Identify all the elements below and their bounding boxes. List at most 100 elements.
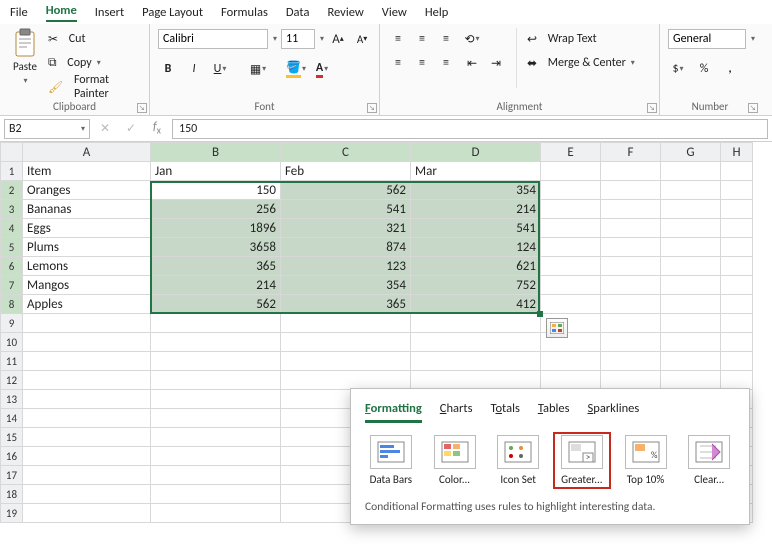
align-left-icon[interactable]: ≡ <box>388 53 408 73</box>
cell-E4[interactable] <box>541 219 601 238</box>
paste-button[interactable]: Paste ▾ <box>8 28 42 87</box>
popup-item-clear...[interactable]: Clear... <box>683 435 735 486</box>
cell-B11[interactable] <box>151 352 281 371</box>
cell-H3[interactable] <box>721 200 753 219</box>
col-header-A[interactable]: A <box>23 143 151 162</box>
tab-charts[interactable]: Charts <box>440 401 473 423</box>
paste-dropdown-icon[interactable]: ▾ <box>23 76 27 86</box>
cell-B18[interactable] <box>151 485 281 504</box>
number-launcher-icon[interactable]: ↘ <box>748 103 758 113</box>
cell-H4[interactable] <box>721 219 753 238</box>
popup-item-icon set[interactable]: Icon Set <box>492 435 544 486</box>
cell-D3[interactable]: 214 <box>411 200 541 219</box>
cell-E5[interactable] <box>541 238 601 257</box>
cell-B10[interactable] <box>151 333 281 352</box>
cell-E2[interactable] <box>541 181 601 200</box>
cell-C2[interactable]: 562 <box>281 181 411 200</box>
row-header-12[interactable]: 12 <box>1 371 23 390</box>
cell-A17[interactable] <box>23 466 151 485</box>
col-header-D[interactable]: D <box>411 143 541 162</box>
align-bottom-icon[interactable]: ≡ <box>436 29 456 49</box>
cell-G6[interactable] <box>661 257 721 276</box>
alignment-launcher-icon[interactable]: ↘ <box>647 103 657 113</box>
increase-font-icon[interactable]: A▴ <box>328 29 348 49</box>
cell-A7[interactable]: Mangos <box>23 276 151 295</box>
cell-C10[interactable] <box>281 333 411 352</box>
row-header-10[interactable]: 10 <box>1 333 23 352</box>
row-header-17[interactable]: 17 <box>1 466 23 485</box>
popup-item-greater...[interactable]: >Greater... <box>556 435 608 486</box>
cell-B19[interactable] <box>151 504 281 523</box>
cell-G2[interactable] <box>661 181 721 200</box>
cell-C6[interactable]: 123 <box>281 257 411 276</box>
cell-F3[interactable] <box>601 200 661 219</box>
menu-insert[interactable]: Insert <box>95 5 124 20</box>
align-center-icon[interactable]: ≡ <box>412 53 432 73</box>
cell-C5[interactable]: 874 <box>281 238 411 257</box>
row-header-18[interactable]: 18 <box>1 485 23 504</box>
cell-F7[interactable] <box>601 276 661 295</box>
cell-B3[interactable]: 256 <box>151 200 281 219</box>
cell-H11[interactable] <box>721 352 753 371</box>
row-header-2[interactable]: 2 <box>1 181 23 200</box>
cell-G1[interactable] <box>661 162 721 181</box>
cell-D2[interactable]: 354 <box>411 181 541 200</box>
cell-A10[interactable] <box>23 333 151 352</box>
quick-analysis-button[interactable] <box>546 318 568 338</box>
font-launcher-icon[interactable]: ↘ <box>367 103 377 113</box>
popup-item-data bars[interactable]: Data Bars <box>365 435 417 486</box>
row-header-1[interactable]: 1 <box>1 162 23 181</box>
cell-B12[interactable] <box>151 371 281 390</box>
row-header-8[interactable]: 8 <box>1 295 23 314</box>
cell-D10[interactable] <box>411 333 541 352</box>
cell-H5[interactable] <box>721 238 753 257</box>
cell-F10[interactable] <box>601 333 661 352</box>
cell-H1[interactable] <box>721 162 753 181</box>
col-header-H[interactable]: H <box>721 143 753 162</box>
row-header-15[interactable]: 15 <box>1 428 23 447</box>
row-header-19[interactable]: 19 <box>1 504 23 523</box>
chevron-down-icon[interactable]: ▾ <box>81 124 85 134</box>
cell-D8[interactable]: 412 <box>411 295 541 314</box>
tab-tables[interactable]: Tables <box>538 401 570 423</box>
enter-icon[interactable]: ✓ <box>120 121 142 136</box>
font-size-combo[interactable] <box>281 29 315 49</box>
chevron-down-icon[interactable]: ▾ <box>273 34 277 44</box>
cell-F5[interactable] <box>601 238 661 257</box>
cell-C8[interactable]: 365 <box>281 295 411 314</box>
chevron-down-icon[interactable]: ▾ <box>320 34 324 44</box>
cell-G8[interactable] <box>661 295 721 314</box>
menu-view[interactable]: View <box>382 5 407 20</box>
cell-F6[interactable] <box>601 257 661 276</box>
cell-F2[interactable] <box>601 181 661 200</box>
cell-D11[interactable] <box>411 352 541 371</box>
cell-C7[interactable]: 354 <box>281 276 411 295</box>
row-header-6[interactable]: 6 <box>1 257 23 276</box>
cell-A9[interactable] <box>23 314 151 333</box>
row-header-13[interactable]: 13 <box>1 390 23 409</box>
cell-F4[interactable] <box>601 219 661 238</box>
menu-file[interactable]: File <box>10 5 28 20</box>
name-box[interactable]: B2▾ <box>4 119 90 139</box>
bold-button[interactable]: B <box>158 59 178 79</box>
cell-A13[interactable] <box>23 390 151 409</box>
cut-button[interactable]: ✂ Cut <box>48 28 141 50</box>
menu-help[interactable]: Help <box>425 5 448 20</box>
menu-review[interactable]: Review <box>327 5 363 20</box>
fill-color-button[interactable]: 🪣▾ <box>286 59 306 79</box>
row-header-9[interactable]: 9 <box>1 314 23 333</box>
row-header-14[interactable]: 14 <box>1 409 23 428</box>
cell-E7[interactable] <box>541 276 601 295</box>
cell-A11[interactable] <box>23 352 151 371</box>
border-button[interactable]: ▦▾ <box>248 59 268 79</box>
clipboard-launcher-icon[interactable]: ↘ <box>137 103 147 113</box>
cell-A8[interactable]: Apples <box>23 295 151 314</box>
cell-H7[interactable] <box>721 276 753 295</box>
font-name-combo[interactable] <box>158 29 268 49</box>
cell-B13[interactable] <box>151 390 281 409</box>
tab-sparklines[interactable]: Sparklines <box>588 401 640 423</box>
cell-B8[interactable]: 562 <box>151 295 281 314</box>
cell-D5[interactable]: 124 <box>411 238 541 257</box>
cell-C11[interactable] <box>281 352 411 371</box>
decrease-indent-icon[interactable]: ⇤ <box>462 53 482 73</box>
